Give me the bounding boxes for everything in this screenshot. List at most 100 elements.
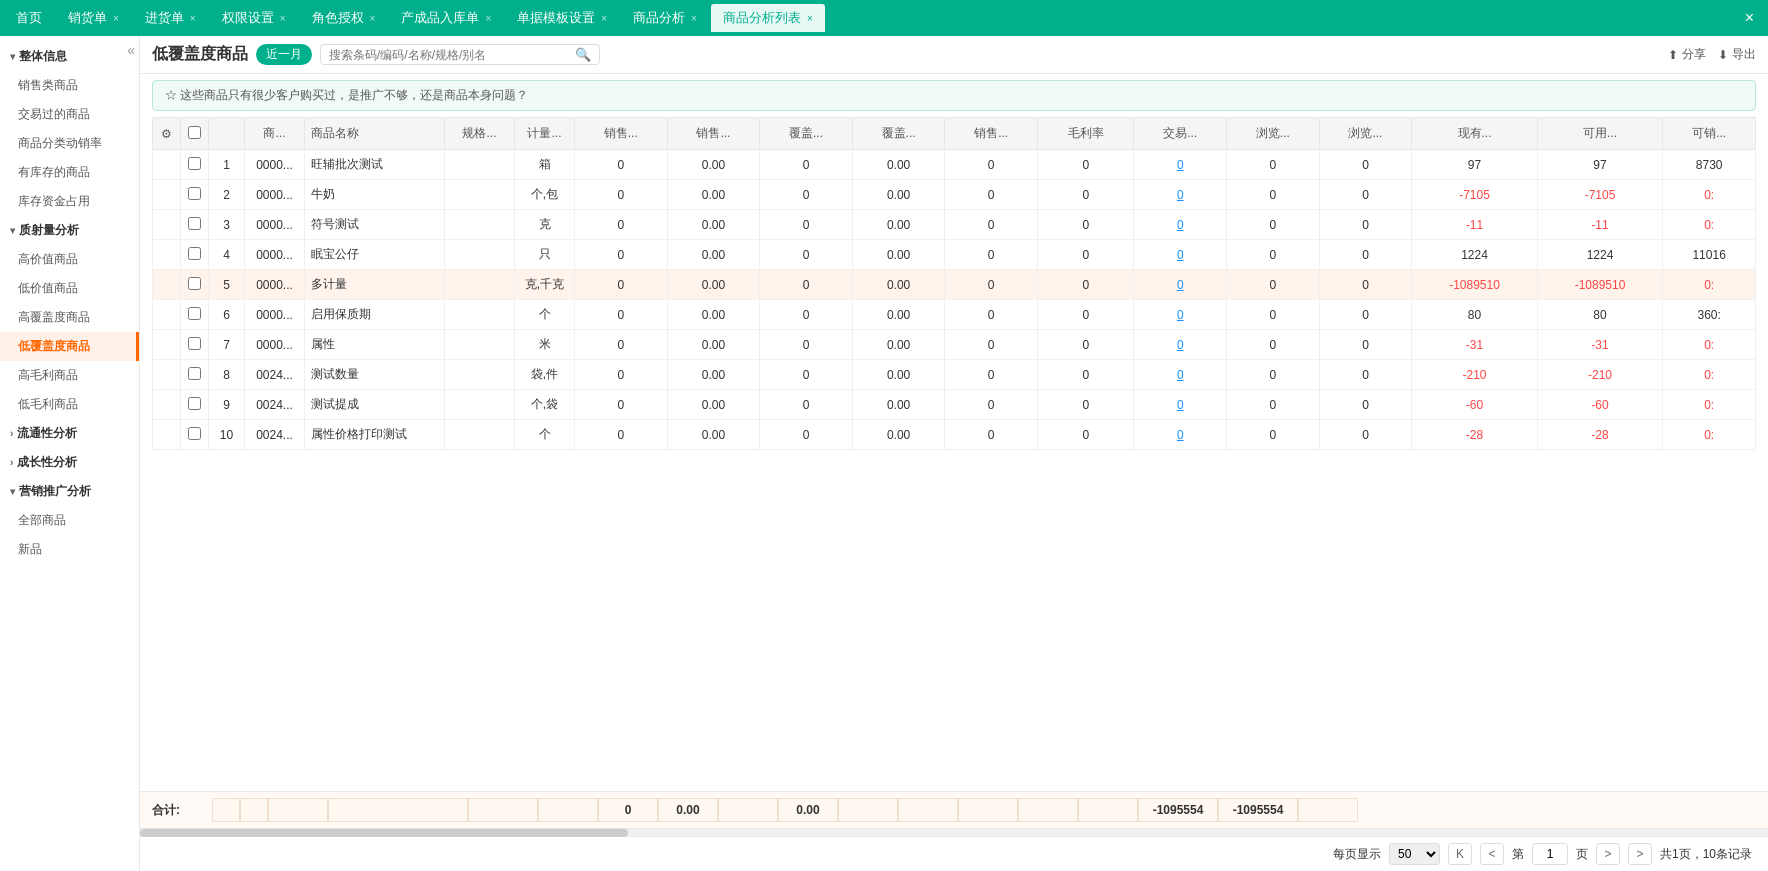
- row-checkbox-cell[interactable]: [181, 390, 209, 420]
- export-button[interactable]: ⬇ 导出: [1718, 46, 1756, 63]
- next-page-button[interactable]: >: [1596, 843, 1620, 865]
- th-spec[interactable]: 规格...: [445, 118, 515, 150]
- close-all-tabs[interactable]: ×: [1735, 9, 1764, 27]
- share-button[interactable]: ⬆ 分享: [1668, 46, 1706, 63]
- th-sales-amt[interactable]: 销售...: [667, 118, 760, 150]
- close-templates-tab[interactable]: ×: [601, 13, 607, 24]
- tab-roles[interactable]: 角色授权 ×: [300, 4, 388, 32]
- search-input[interactable]: [329, 48, 575, 62]
- row-checkbox[interactable]: [188, 427, 201, 440]
- sidebar-item-sales-goods[interactable]: 销售类商品: [0, 71, 139, 100]
- close-purchase-tab[interactable]: ×: [190, 13, 196, 24]
- sidebar-item-goods-turnover[interactable]: 商品分类动销率: [0, 129, 139, 158]
- row-checkbox[interactable]: [188, 277, 201, 290]
- row-transaction[interactable]: 0: [1134, 360, 1227, 390]
- close-permissions-tab[interactable]: ×: [280, 13, 286, 24]
- row-transaction[interactable]: 0: [1134, 330, 1227, 360]
- tab-analysis[interactable]: 商品分析 ×: [621, 4, 709, 32]
- row-checkbox-cell[interactable]: [181, 240, 209, 270]
- page-number-input[interactable]: [1532, 843, 1568, 865]
- row-transaction[interactable]: 0: [1134, 270, 1227, 300]
- row-transaction[interactable]: 0: [1134, 390, 1227, 420]
- row-transaction[interactable]: 0: [1134, 240, 1227, 270]
- sidebar-section-overall[interactable]: ▾ 整体信息: [0, 42, 139, 71]
- th-available[interactable]: 可用...: [1537, 118, 1663, 150]
- sidebar-item-traded-goods[interactable]: 交易过的商品: [0, 100, 139, 129]
- row-checkbox[interactable]: [188, 397, 201, 410]
- close-roles-tab[interactable]: ×: [370, 13, 376, 24]
- th-gross-margin[interactable]: 毛利率: [1037, 118, 1134, 150]
- row-checkbox-cell[interactable]: [181, 270, 209, 300]
- first-page-button[interactable]: K: [1448, 843, 1472, 865]
- sidebar-item-stock-capital[interactable]: 库存资金占用: [0, 187, 139, 216]
- close-analysis-tab[interactable]: ×: [691, 13, 697, 24]
- tab-templates[interactable]: 单据模板设置 ×: [505, 4, 619, 32]
- row-transaction[interactable]: 0: [1134, 180, 1227, 210]
- row-transaction[interactable]: 0: [1134, 420, 1227, 450]
- sidebar-item-goods-stock[interactable]: 有库存的商品: [0, 158, 139, 187]
- tab-analysis-list[interactable]: 商品分析列表 ×: [711, 4, 825, 32]
- sidebar-item-low-value[interactable]: 低价值商品: [0, 274, 139, 303]
- th-browse1[interactable]: 浏览...: [1227, 118, 1320, 150]
- sidebar-section-marketing[interactable]: ▾ 营销推广分析: [0, 477, 139, 506]
- sidebar-item-new-goods[interactable]: 新品: [0, 535, 139, 564]
- sidebar-item-low-profit[interactable]: 低毛利商品: [0, 390, 139, 419]
- th-current-stock[interactable]: 现有...: [1412, 118, 1538, 150]
- th-sellable[interactable]: 可销...: [1663, 118, 1756, 150]
- th-settings[interactable]: ⚙: [153, 118, 181, 150]
- th-unit[interactable]: 计量...: [515, 118, 575, 150]
- close-analysis-list-tab[interactable]: ×: [807, 13, 813, 24]
- row-checkbox-cell[interactable]: [181, 210, 209, 240]
- select-all-checkbox[interactable]: [188, 126, 201, 139]
- sidebar-item-high-profit[interactable]: 高毛利商品: [0, 361, 139, 390]
- row-checkbox-cell[interactable]: [181, 360, 209, 390]
- tab-products[interactable]: 产成品入库单 ×: [389, 4, 503, 32]
- row-transaction[interactable]: 0: [1134, 150, 1227, 180]
- sidebar-section-flow[interactable]: › 流通性分析: [0, 419, 139, 448]
- th-checkbox[interactable]: [181, 118, 209, 150]
- prev-page-button[interactable]: <: [1480, 843, 1504, 865]
- row-checkbox-cell[interactable]: [181, 180, 209, 210]
- sidebar-collapse-button[interactable]: «: [127, 42, 135, 58]
- sidebar-item-all-goods[interactable]: 全部商品: [0, 506, 139, 535]
- row-checkbox[interactable]: [188, 217, 201, 230]
- th-coverage2[interactable]: 覆盖...: [852, 118, 945, 150]
- tab-home[interactable]: 首页: [4, 4, 54, 32]
- th-sales-rate[interactable]: 销售...: [945, 118, 1038, 150]
- th-coverage1[interactable]: 覆盖...: [760, 118, 853, 150]
- close-sales-tab[interactable]: ×: [113, 13, 119, 24]
- row-checkbox[interactable]: [188, 187, 201, 200]
- time-filter-button[interactable]: 近一月: [256, 44, 312, 65]
- row-browse2: 0: [1319, 240, 1412, 270]
- row-checkbox[interactable]: [188, 337, 201, 350]
- row-transaction[interactable]: 0: [1134, 210, 1227, 240]
- tab-sales[interactable]: 销货单 ×: [56, 4, 131, 32]
- th-sales-qty[interactable]: 销售...: [575, 118, 668, 150]
- last-page-button[interactable]: >: [1628, 843, 1652, 865]
- tab-permissions[interactable]: 权限设置 ×: [210, 4, 298, 32]
- per-page-select[interactable]: 50 20 100: [1389, 843, 1440, 865]
- row-transaction[interactable]: 0: [1134, 300, 1227, 330]
- th-name[interactable]: 商品名称: [305, 118, 445, 150]
- sidebar-section-growth[interactable]: › 成长性分析: [0, 448, 139, 477]
- sidebar-section-quality[interactable]: ▾ 质射量分析: [0, 216, 139, 245]
- row-checkbox[interactable]: [188, 157, 201, 170]
- table-container[interactable]: ⚙ 商... 商品名称 规格... 计量... 销售... 销售... 覆盖..…: [140, 117, 1768, 791]
- row-checkbox[interactable]: [188, 367, 201, 380]
- close-products-tab[interactable]: ×: [485, 13, 491, 24]
- th-transaction[interactable]: 交易...: [1134, 118, 1227, 150]
- row-checkbox[interactable]: [188, 247, 201, 260]
- horizontal-scrollbar[interactable]: [140, 828, 1768, 836]
- row-checkbox-cell[interactable]: [181, 150, 209, 180]
- row-checkbox-cell[interactable]: [181, 300, 209, 330]
- tab-purchase[interactable]: 进货单 ×: [133, 4, 208, 32]
- sidebar-item-low-coverage[interactable]: 低覆盖度商品: [0, 332, 139, 361]
- sidebar-item-high-coverage[interactable]: 高覆盖度商品: [0, 303, 139, 332]
- row-checkbox[interactable]: [188, 307, 201, 320]
- row-checkbox-cell[interactable]: [181, 330, 209, 360]
- sidebar-item-high-value[interactable]: 高价值商品: [0, 245, 139, 274]
- scrollbar-thumb[interactable]: [140, 829, 628, 837]
- row-checkbox-cell[interactable]: [181, 420, 209, 450]
- th-code[interactable]: 商...: [245, 118, 305, 150]
- th-browse2[interactable]: 浏览...: [1319, 118, 1412, 150]
